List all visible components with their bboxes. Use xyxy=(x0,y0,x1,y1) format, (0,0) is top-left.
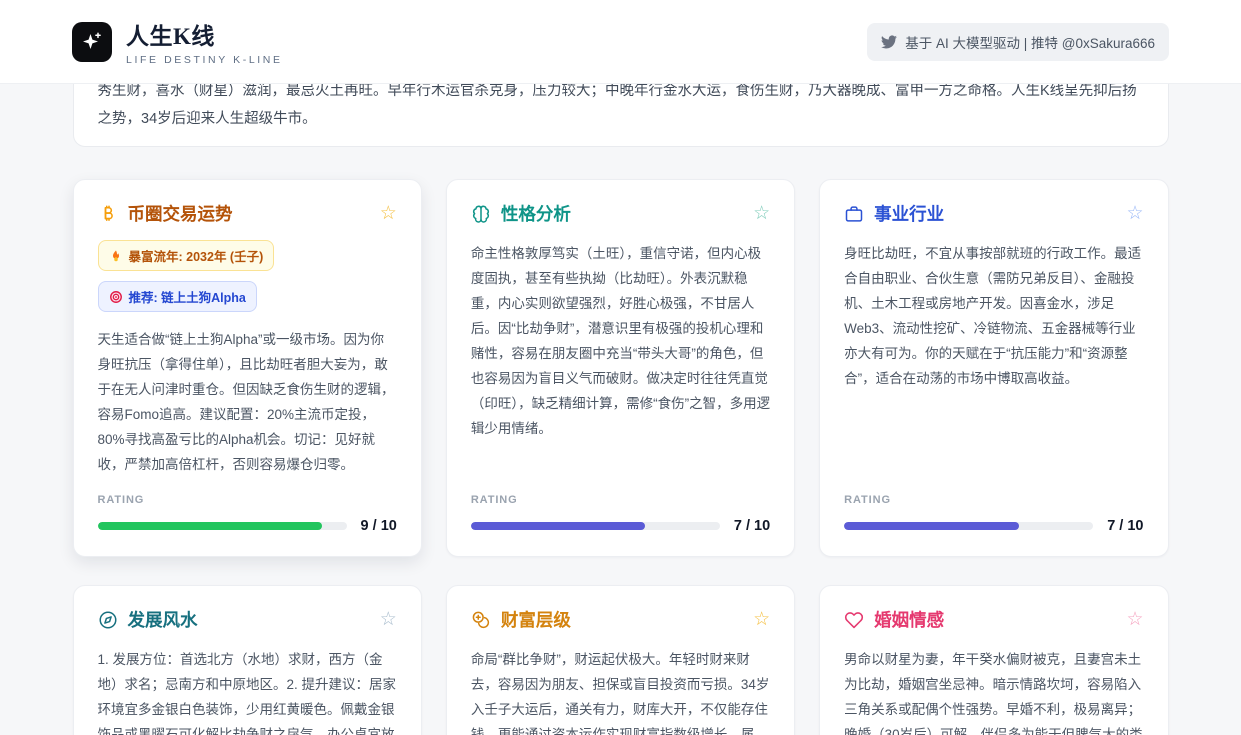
compass-icon xyxy=(98,610,118,630)
card-body-text: 命主性格敦厚笃实（土旺），重信守诺，但内心极度固执，甚至有些执拗（比劫旺）。外表… xyxy=(471,241,770,441)
card-title: 婚姻情感 xyxy=(874,607,1116,632)
app-title-block: 人生K线 LIFE DESTINY K-LINE xyxy=(126,17,283,66)
briefcase-icon xyxy=(844,204,864,224)
rating-bar-fill xyxy=(471,522,645,530)
rating-label: RATING xyxy=(98,494,397,506)
card-fengshui: 发展风水 ☆ 1. 发展方位：首选北方（水地）求财，西方（金地）求名；忌南方和中… xyxy=(73,585,422,735)
card-body-text: 1. 发展方位：首选北方（水地）求财，西方（金地）求名；忌南方和中原地区。2. … xyxy=(98,647,397,735)
card-wealth: 财富层级 ☆ 命局“群比争财”，财运起伏极大。年轻时财来财去，容易因为朋友、担保… xyxy=(446,585,795,735)
card-title: 币圈交易运势 xyxy=(128,201,370,226)
twitter-icon xyxy=(881,34,897,50)
rating-score: 9 / 10 xyxy=(361,518,397,534)
favorite-star-button[interactable]: ☆ xyxy=(753,610,770,629)
card-marriage: 婚姻情感 ☆ 男命以财星为妻，年干癸水偏财被克，且妻宫未土为比劫，婚姻宫坐忌神。… xyxy=(819,585,1168,735)
rating-label: RATING xyxy=(844,494,1143,506)
app-logo-group: 人生K线 LIFE DESTINY K-LINE xyxy=(72,17,283,66)
rating-section: RATING 7 / 10 xyxy=(844,477,1143,534)
card-body-text: 命局“群比争财”，财运起伏极大。年轻时财来财去，容易因为朋友、担保或盲目投资而亏… xyxy=(471,647,770,735)
sparkles-icon xyxy=(80,30,104,54)
card-title: 财富层级 xyxy=(501,607,743,632)
rating-bar-track xyxy=(844,522,1093,530)
rating-score: 7 / 10 xyxy=(1107,518,1143,534)
card-title: 发展风水 xyxy=(128,607,370,632)
flame-icon xyxy=(109,249,123,263)
destiny-summary-card: 秀生财，喜水（财星）滋润，最忌火土再旺。早年行木运官杀克身，压力较大；中晚年行金… xyxy=(73,84,1169,147)
twitter-badge[interactable]: 基于 AI 大模型驱动 | 推特 @0xSakura666 xyxy=(867,23,1169,61)
recommend-badge: 推荐: 链上土狗Alpha xyxy=(98,281,257,312)
rating-bar-track xyxy=(98,522,347,530)
bitcoin-icon xyxy=(98,204,118,224)
rating-bar-track xyxy=(471,522,720,530)
rating-label: RATING xyxy=(471,494,770,506)
favorite-star-button[interactable]: ☆ xyxy=(753,204,770,223)
analysis-card-grid: 币圈交易运势 ☆ 暴富流年: 2032年 (壬子) 推荐: 链上土狗Alpha xyxy=(73,179,1169,735)
card-body-text: 天生适合做“链上土狗Alpha”或一级市场。因为你身旺抗压（拿得住单），且比劫旺… xyxy=(98,327,397,477)
app-header: 人生K线 LIFE DESTINY K-LINE 基于 AI 大模型驱动 | 推… xyxy=(0,0,1241,84)
card-career: 事业行业 ☆ 身旺比劫旺，不宜从事按部就班的行政工作。最适合自由职业、合伙生意（… xyxy=(819,179,1168,557)
card-crypto-trading: 币圈交易运势 ☆ 暴富流年: 2032年 (壬子) 推荐: 链上土狗Alpha xyxy=(73,179,422,557)
brain-icon xyxy=(471,204,491,224)
app-title: 人生K线 xyxy=(126,17,283,51)
coins-icon xyxy=(471,610,491,630)
favorite-star-button[interactable]: ☆ xyxy=(380,610,397,629)
card-body-text: 男命以财星为妻，年干癸水偏财被克，且妻宫未土为比劫，婚姻宫坐忌神。暗示情路坎坷，… xyxy=(844,647,1143,735)
rating-bar-fill xyxy=(98,522,322,530)
heart-icon xyxy=(844,610,864,630)
rating-bar-fill xyxy=(844,522,1018,530)
favorite-star-button[interactable]: ☆ xyxy=(1126,204,1143,223)
card-title: 性格分析 xyxy=(501,201,743,226)
recommend-badge-label: 推荐: 链上土狗Alpha xyxy=(129,287,246,306)
wealth-year-badge: 暴富流年: 2032年 (壬子) xyxy=(98,240,275,271)
app-logo xyxy=(72,22,112,62)
favorite-star-button[interactable]: ☆ xyxy=(380,204,397,223)
rating-score: 7 / 10 xyxy=(734,518,770,534)
destiny-summary-text: 秀生财，喜水（财星）滋润，最忌火土再旺。早年行木运官杀克身，压力较大；中晚年行金… xyxy=(98,84,1144,133)
app-subtitle: LIFE DESTINY K-LINE xyxy=(126,54,283,66)
wealth-year-badge-label: 暴富流年: 2032年 (壬子) xyxy=(129,246,264,265)
card-title: 事业行业 xyxy=(874,201,1116,226)
card-body-text: 身旺比劫旺，不宜从事按部就班的行政工作。最适合自由职业、合伙生意（需防兄弟反目）… xyxy=(844,241,1143,391)
rating-section: RATING 7 / 10 xyxy=(471,477,770,534)
card-personality: 性格分析 ☆ 命主性格敦厚笃实（土旺），重信守诺，但内心极度固执，甚至有些执拗（… xyxy=(446,179,795,557)
favorite-star-button[interactable]: ☆ xyxy=(1126,610,1143,629)
rating-section: RATING 9 / 10 xyxy=(98,477,397,534)
twitter-badge-label: 基于 AI 大模型驱动 | 推特 @0xSakura666 xyxy=(905,32,1155,52)
target-icon xyxy=(109,290,123,304)
